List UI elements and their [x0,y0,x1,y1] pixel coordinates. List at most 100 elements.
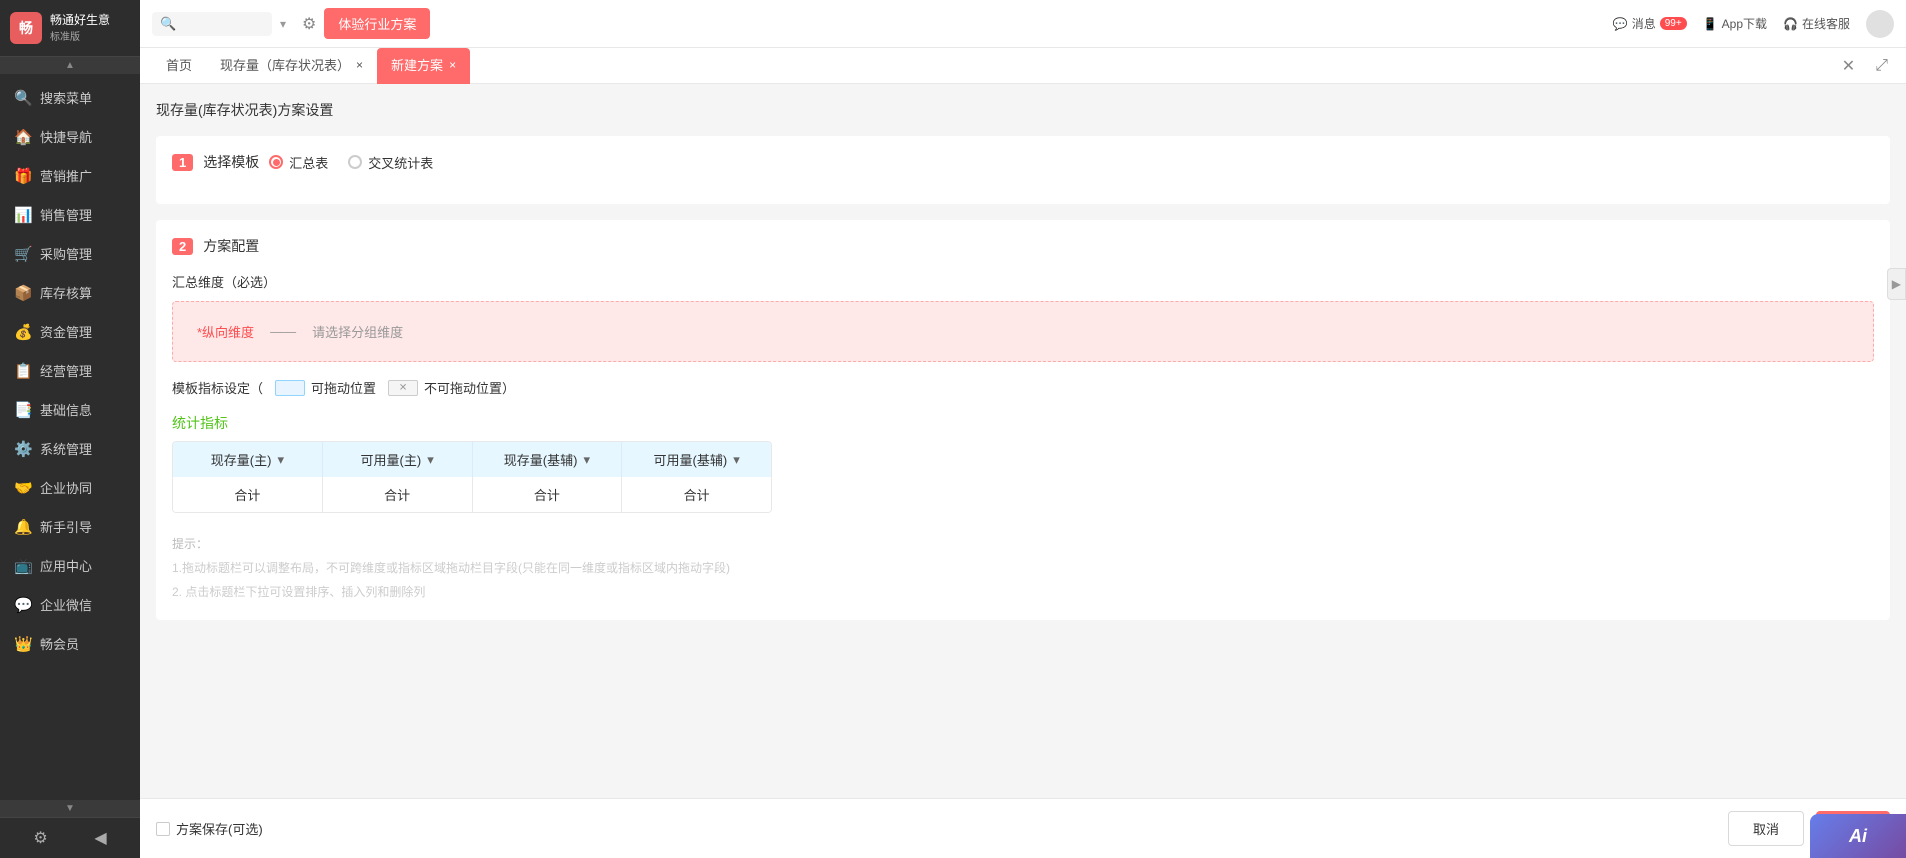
sidebar-item-guide[interactable]: 🔔 新手引导 [0,507,140,546]
col-0-dropdown-icon[interactable]: ▾ [277,452,284,468]
sidebar-item-basic-info[interactable]: 📑 基础信息 [0,390,140,429]
tab-inventory-status-close[interactable]: × [356,58,363,72]
dimension-required: *纵向维度 [197,322,254,341]
sidebar-item-finance[interactable]: 💰 资金管理 [0,312,140,351]
chat-icon: 💬 [14,596,32,614]
topbar: 🔍 ▾ ⚙ 体验行业方案 💬 消息 99+ 📱 App下载 🎧 在线客服 [140,0,1906,48]
sidebar-item-inventory[interactable]: 📦 库存核算 [0,273,140,312]
topbar-gear-icon[interactable]: ⚙ [302,14,316,34]
radio-summary-circle [269,155,283,169]
section2-header: 2 方案配置 [172,236,1874,256]
sidebar-footer: ⚙ ◀ [0,817,140,858]
modal-close-btn[interactable]: ✕ [1836,54,1861,78]
sidebar: 畅 畅通好生意 标准版 ▲ 🔍 搜索菜单 🏠 快捷导航 🎁 营销推广 📊 销售管… [0,0,140,858]
tab-new-scheme[interactable]: 新建方案 × [377,48,470,84]
sidebar-item-system[interactable]: ⚙️ 系统管理 [0,429,140,468]
main-area: 🔍 ▾ ⚙ 体验行业方案 💬 消息 99+ 📱 App下载 🎧 在线客服 [140,0,1906,858]
col-header-1: 可用量(主) ▾ [323,442,473,477]
chart-icon: 📊 [14,206,32,224]
section-config: 2 方案配置 汇总维度（必选） *纵向维度 —— 请选择分组维度 模板指标设定（… [156,220,1890,620]
undraggable-indicator: 不可拖动位置） [388,378,515,397]
template-radio-group: 汇总表 交叉统计表 [269,153,433,172]
search-icon: 🔍 [14,89,32,107]
section-template: 1 选择模板 汇总表 交叉统计表 [156,136,1890,204]
messages-group[interactable]: 💬 消息 99+ [1613,15,1687,32]
stats-table: 现存量(主) ▾ 可用量(主) ▾ 现存量(基辅) ▾ 可用量(基辅) [172,441,772,513]
dimension-placeholder[interactable]: 请选择分组维度 [312,322,403,341]
phone-icon: 📱 [1703,17,1718,31]
save-checkbox[interactable] [156,822,170,836]
sidebar-item-cooperation[interactable]: 🤝 企业协同 [0,468,140,507]
sidebar-item-marketing[interactable]: 🎁 营销推广 [0,156,140,195]
collapse-sidebar-icon[interactable]: ◀ [94,828,106,848]
logo-text: 畅通好生意 标准版 [50,13,110,44]
draggable-box [275,380,305,396]
tv-icon: 📺 [14,557,32,575]
radio-summary[interactable]: 汇总表 [269,153,328,172]
stats-table-header: 现存量(主) ▾ 可用量(主) ▾ 现存量(基辅) ▾ 可用量(基辅) [173,442,771,477]
right-panel-toggle[interactable]: ▶ [1887,268,1906,300]
ai-badge[interactable]: Ai [1810,814,1906,858]
settings-icon[interactable]: ⚙ [33,828,47,848]
col-body-0: 合计 [173,477,323,512]
sidebar-item-search[interactable]: 🔍 搜索菜单 [0,78,140,117]
dimension-dash: —— [270,324,296,339]
bell-icon: 🔔 [14,518,32,536]
template-row: 模板指标设定（ 可拖动位置 不可拖动位置） [172,378,1874,397]
sidebar-item-enterprise-wechat[interactable]: 💬 企业微信 [0,585,140,624]
sidebar-item-operations[interactable]: 📋 经营管理 [0,351,140,390]
box-icon: 📦 [14,284,32,302]
tip-1: 1.拖动标题栏可以调整布局，不可跨维度或指标区域拖动栏目字段(只能在同一维度或指… [172,556,1874,580]
online-service-group[interactable]: 🎧 在线客服 [1783,15,1850,32]
message-icon: 💬 [1613,17,1628,31]
sidebar-item-sales[interactable]: 📊 销售管理 [0,195,140,234]
sidebar-item-app-center[interactable]: 📺 应用中心 [0,546,140,585]
modal-expand-btn[interactable]: ⤢ [1869,55,1894,77]
sidebar-item-purchase[interactable]: 🛒 采购管理 [0,234,140,273]
search-input[interactable] [180,17,260,31]
cart-icon: 🛒 [14,245,32,263]
tips-section: 提示： 1.拖动标题栏可以调整布局，不可跨维度或指标区域拖动栏目字段(只能在同一… [172,532,1874,604]
col-body-3: 合计 [622,477,771,512]
template-indicator-row: 模板指标设定（ 可拖动位置 不可拖动位置） [172,378,1874,397]
user-avatar[interactable] [1866,10,1894,38]
sidebar-scroll-up[interactable]: ▲ [0,57,140,74]
sidebar-item-quick-nav[interactable]: 🏠 快捷导航 [0,117,140,156]
crown-icon: 👑 [14,635,32,653]
content-area: 现存量(库存状况表)方案设置 1 选择模板 汇总表 交叉统计表 [140,84,1906,798]
radio-cross[interactable]: 交叉统计表 [348,153,433,172]
save-option[interactable]: 方案保存(可选) [156,819,263,838]
tabs-bar: 首页 现存量（库存状况表） × 新建方案 × ✕ ⤢ [140,48,1906,84]
cancel-button[interactable]: 取消 [1728,811,1804,846]
search-dropdown-icon[interactable]: ▾ [280,17,286,31]
right-panel-chevron-icon: ▶ [1892,277,1901,291]
tab-new-scheme-close[interactable]: × [449,58,456,72]
page-title: 现存量(库存状况表)方案设置 [156,100,1890,120]
col-3-dropdown-icon[interactable]: ▾ [733,452,740,468]
doc-icon: 📑 [14,401,32,419]
sidebar-scroll-down[interactable]: ▼ [0,800,140,817]
tab-inventory-status[interactable]: 现存量（库存状况表） × [206,48,377,84]
section1-header: 1 选择模板 汇总表 交叉统计表 [172,152,1874,172]
sidebar-item-member[interactable]: 👑 畅会员 [0,624,140,663]
col-1-dropdown-icon[interactable]: ▾ [427,452,434,468]
stats-table-body: 合计 合计 合计 合计 [173,477,771,512]
headset-icon: 🎧 [1783,17,1798,31]
col-body-1: 合计 [323,477,473,512]
search-icon: 🔍 [160,16,176,32]
tips-title: 提示： [172,532,1874,556]
handshake-icon: 🤝 [14,479,32,497]
search-box[interactable]: 🔍 [152,12,272,36]
clipboard-icon: 📋 [14,362,32,380]
gift-icon: 🎁 [14,167,32,185]
tab-home[interactable]: 首页 [152,48,206,84]
logo-icon: 畅 [10,12,42,44]
sidebar-nav: 🔍 搜索菜单 🏠 快捷导航 🎁 营销推广 📊 销售管理 🛒 采购管理 📦 库存核… [0,74,140,800]
stats-label: 统计指标 [172,413,1874,433]
col-header-0: 现存量(主) ▾ [173,442,323,477]
app-download-group[interactable]: 📱 App下载 [1703,15,1767,32]
topbar-right: 💬 消息 99+ 📱 App下载 🎧 在线客服 [1613,10,1894,38]
money-icon: 💰 [14,323,32,341]
col-2-dropdown-icon[interactable]: ▾ [583,452,590,468]
industry-btn[interactable]: 体验行业方案 [324,8,430,39]
